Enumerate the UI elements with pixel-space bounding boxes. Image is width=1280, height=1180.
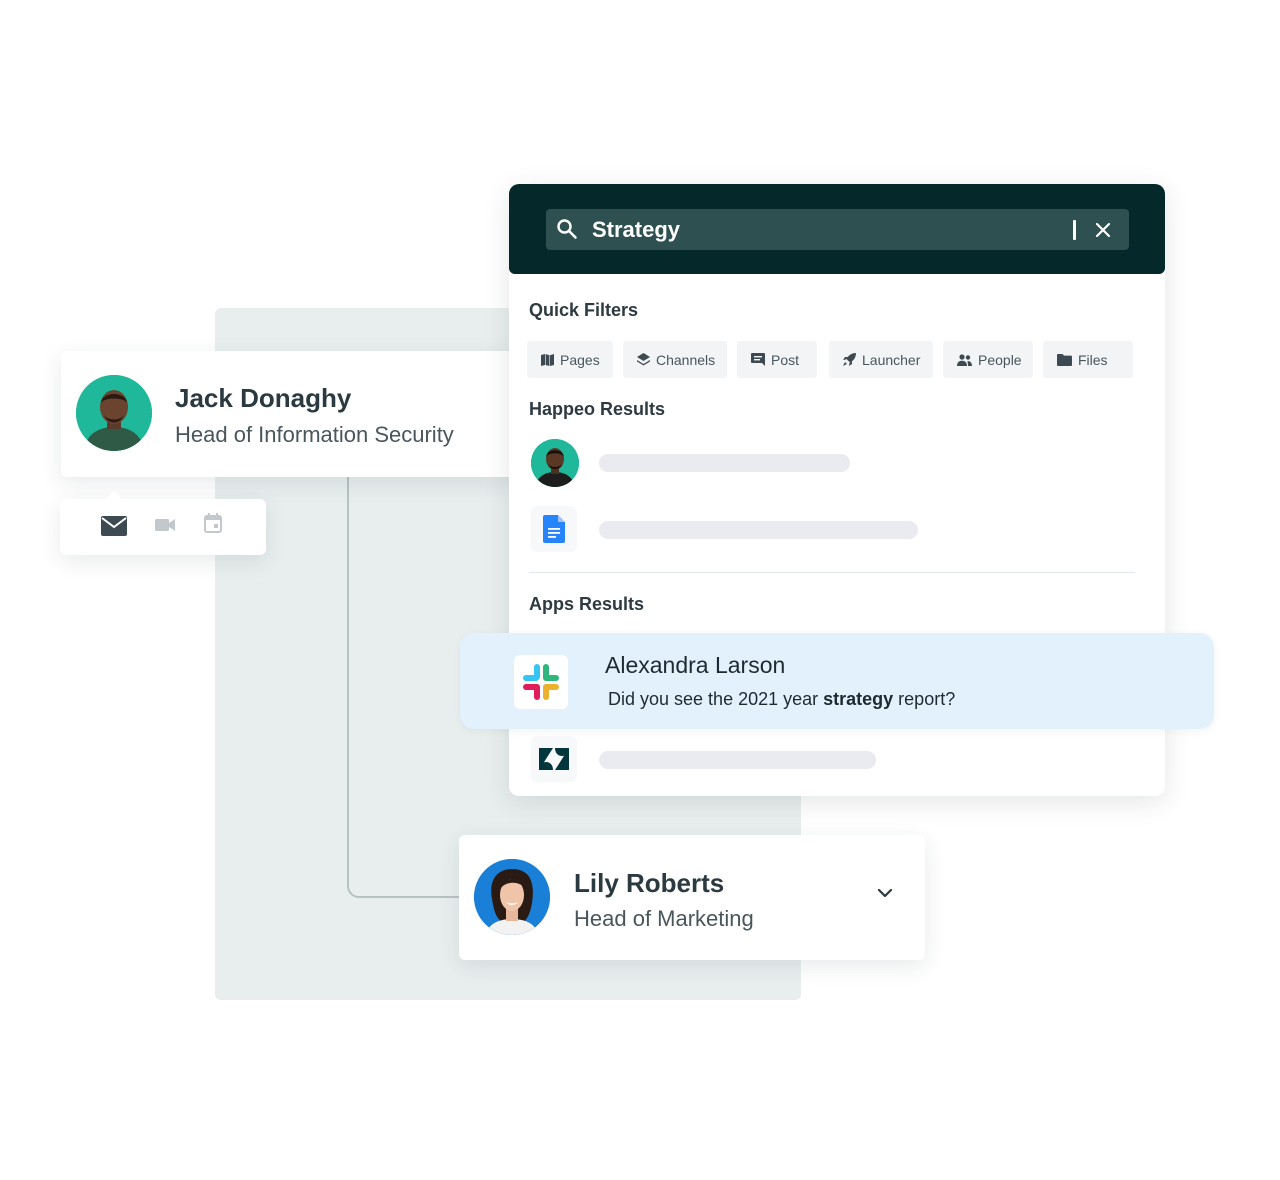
lily-profile-card[interactable]: Lily Roberts Head of Marketing <box>459 835 925 960</box>
lily-avatar <box>474 859 550 935</box>
jack-role: Head of Information Security <box>175 422 454 447</box>
filter-chip-label: Launcher <box>862 351 921 368</box>
result-sender-name: Alexandra Larson <box>605 652 786 678</box>
message-match-term: strategy <box>823 689 894 709</box>
filter-chip-label: Post <box>771 351 800 368</box>
result-message: Did you see the 2021 year strategy repor… <box>608 689 955 710</box>
loading-placeholder <box>599 454 850 472</box>
contact-actions-bar <box>60 491 266 555</box>
jack-name: Jack Donaghy <box>175 383 352 413</box>
filter-chip-people[interactable]: People <box>943 341 1033 378</box>
filter-chip-label: People <box>978 351 1022 368</box>
apps-result-zendesk[interactable] <box>529 736 1129 784</box>
jack-profile-card[interactable]: Jack Donaghy Head of Information Securit… <box>61 351 521 477</box>
loading-placeholder <box>599 751 876 769</box>
filter-chip-files[interactable]: Files <box>1043 341 1133 378</box>
lily-role: Head of Marketing <box>574 906 754 931</box>
google-docs-icon <box>531 506 577 552</box>
rocket-icon <box>843 353 856 366</box>
video-icon[interactable] <box>154 517 176 538</box>
text-cursor <box>1073 220 1076 240</box>
search-icon <box>556 218 578 245</box>
happeo-result-person[interactable] <box>529 439 1129 487</box>
search-input[interactable] <box>592 215 1032 245</box>
people-icon <box>957 353 972 366</box>
lily-name: Lily Roberts <box>574 868 725 898</box>
apps-result-slack-highlighted[interactable]: Alexandra Larson Did you see the 2021 ye… <box>460 633 1214 729</box>
mail-icon[interactable] <box>100 515 128 542</box>
slack-icon <box>514 655 568 709</box>
map-icon <box>541 353 554 366</box>
calendar-icon[interactable] <box>204 513 222 538</box>
clear-search-icon[interactable] <box>1095 222 1111 243</box>
filter-chip-label: Channels <box>656 351 716 368</box>
filter-chip-label: Pages <box>560 351 600 368</box>
happeo-results-title: Happeo Results <box>529 399 666 419</box>
loading-placeholder <box>599 521 918 539</box>
filter-chip-channels[interactable]: Channels <box>623 341 727 378</box>
happeo-result-document[interactable] <box>529 506 1129 554</box>
filter-chip-label: Files <box>1078 351 1108 368</box>
filter-chip-launcher[interactable]: Launcher <box>829 341 933 378</box>
filter-chip-pages[interactable]: Pages <box>527 341 613 378</box>
jack-avatar <box>76 375 152 451</box>
message-text: report? <box>893 689 956 709</box>
message-text: Did you see the 2021 year <box>608 689 824 709</box>
apps-results-title: Apps Results <box>529 594 645 614</box>
chevron-down-icon[interactable] <box>877 886 893 904</box>
section-divider <box>529 572 1135 573</box>
person-avatar <box>531 439 579 487</box>
quick-filters-title: Quick Filters <box>529 300 639 320</box>
zendesk-icon <box>531 736 577 782</box>
comment-icon <box>751 353 765 366</box>
search-header <box>509 184 1165 274</box>
layers-icon <box>637 353 650 366</box>
folder-icon <box>1057 353 1072 366</box>
filter-chip-post[interactable]: Post <box>737 341 817 378</box>
search-box[interactable] <box>546 209 1129 250</box>
